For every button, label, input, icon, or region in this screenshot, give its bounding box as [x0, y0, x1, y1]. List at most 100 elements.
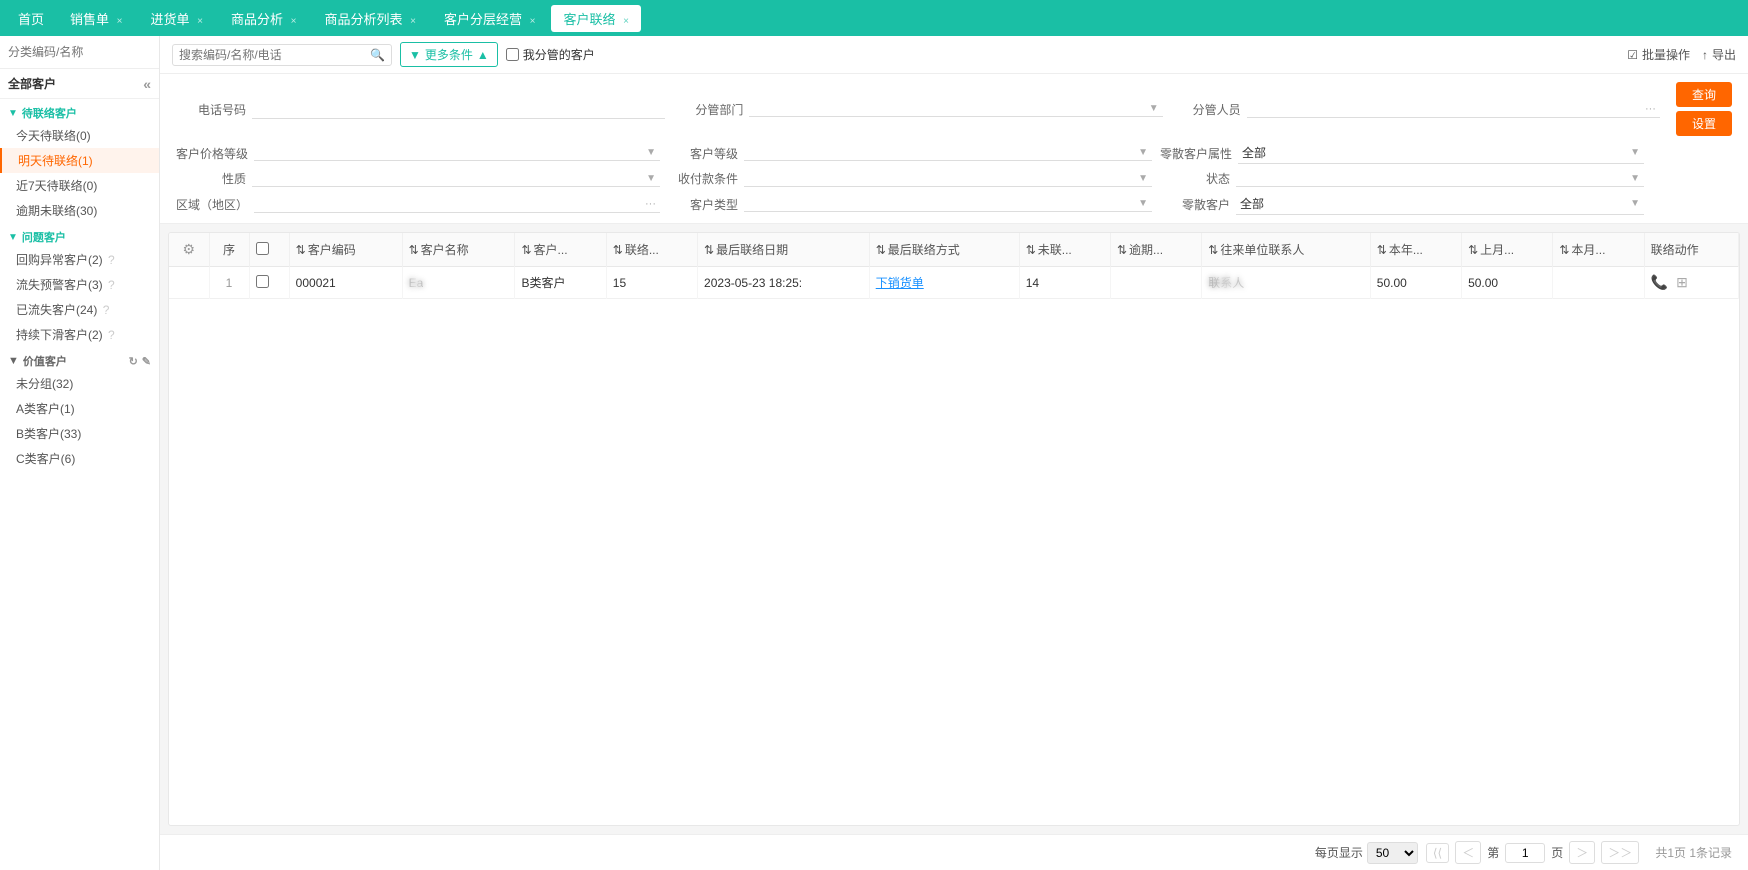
- filter-retail-attr-label: 零散客户属性: [1160, 145, 1232, 162]
- main-search-icon[interactable]: 🔍: [370, 48, 385, 62]
- col-header-contact-count[interactable]: ⇅联络...: [606, 233, 697, 267]
- col-header-code[interactable]: ⇅客户编码: [289, 233, 402, 267]
- declining-help-icon[interactable]: ?: [108, 328, 115, 342]
- col-header-contacts-person[interactable]: ⇅往来单位联系人: [1202, 233, 1371, 267]
- first-page-button[interactable]: ⟨⟨: [1426, 843, 1449, 863]
- filter-status-label: 状态: [1160, 170, 1230, 187]
- filter-retail-customer-select[interactable]: 全部 ▼: [1236, 193, 1644, 215]
- col-header-no-contact[interactable]: ⇅未联...: [1019, 233, 1110, 267]
- nav-tab-customer-contact[interactable]: 客户联络 ×: [551, 5, 640, 32]
- main-layout: 🔍 全部客户 « ▼ 待联络客户 今天待联络(0) 明天待联络(1) 近7天待联…: [0, 36, 1748, 870]
- close-sales-tab-icon[interactable]: ×: [117, 16, 123, 27]
- filter-phone-input[interactable]: [252, 100, 665, 119]
- action-phone-icon[interactable]: 📞: [1651, 274, 1668, 291]
- page-size-selector[interactable]: 每页显示 50 100 200: [1315, 842, 1418, 864]
- nav-tab-purchase[interactable]: 进货单 ×: [139, 5, 215, 32]
- batch-operation-button[interactable]: ☑ 批量操作: [1627, 46, 1690, 63]
- close-segmentation-tab-icon[interactable]: ×: [530, 16, 536, 27]
- col-header-last-month[interactable]: ⇅上月...: [1462, 233, 1553, 267]
- main-search-box[interactable]: 🔍: [172, 44, 392, 66]
- nav-tab-product-list[interactable]: 商品分析列表 ×: [312, 5, 427, 32]
- row-overdue: [1110, 267, 1201, 299]
- col-header-this-year[interactable]: ⇅本年...: [1370, 233, 1461, 267]
- close-product-list-tab-icon[interactable]: ×: [410, 16, 416, 27]
- col-header-settings[interactable]: ⚙: [169, 233, 209, 267]
- table-row: 1 000021 Ea B类客户 15 2023-05-23 18:25: 下销…: [169, 267, 1739, 299]
- page-size-select[interactable]: 50 100 200: [1367, 842, 1418, 864]
- my-customers-checkbox-label[interactable]: 我分管的客户: [506, 46, 595, 63]
- filter-customer-level-select[interactable]: ▼: [744, 145, 1152, 161]
- sidebar-item-declining[interactable]: 持续下滑客户(2) ?: [0, 322, 159, 347]
- col-header-checkbox[interactable]: [249, 233, 289, 267]
- current-page-input[interactable]: [1505, 843, 1545, 863]
- nav-tab-product-analysis[interactable]: 商品分析 ×: [219, 5, 308, 32]
- sidebar-item-overdue-contact[interactable]: 逾期未联络(30): [0, 198, 159, 223]
- filter-payment-label: 收付款条件: [668, 170, 738, 187]
- col-header-action: 联络动作: [1644, 233, 1738, 267]
- select-all-checkbox[interactable]: [256, 242, 269, 255]
- col-header-last-contact-method[interactable]: ⇅最后联络方式: [869, 233, 1019, 267]
- customer-table: ⚙ 序 ⇅客户编码 ⇅客户名称 ⇅客户... ⇅联络... ⇅最后联络日期 ⇅最…: [169, 233, 1739, 299]
- table-settings-icon[interactable]: ⚙: [182, 241, 195, 257]
- settings-button[interactable]: 设置: [1676, 111, 1732, 136]
- row-select-checkbox[interactable]: [256, 275, 269, 288]
- sidebar-item-ungrouped[interactable]: 未分组(32): [0, 371, 159, 396]
- filter-dept-select[interactable]: ▼: [749, 101, 1162, 117]
- filter-gender-select[interactable]: ▼: [252, 171, 660, 187]
- sidebar-collapse-icon[interactable]: «: [143, 76, 151, 92]
- filter-customer-type: 客户类型 ▼: [668, 196, 1152, 213]
- sidebar-item-a-class[interactable]: A类客户(1): [0, 396, 159, 421]
- sidebar-item-today-contact[interactable]: 今天待联络(0): [0, 123, 159, 148]
- filter-region-select[interactable]: ···: [254, 196, 660, 213]
- nav-tab-sales[interactable]: 销售单 ×: [58, 5, 134, 32]
- export-button[interactable]: ↑ 导出: [1702, 46, 1736, 63]
- nav-home[interactable]: 首页: [8, 5, 54, 32]
- sidebar-search-box[interactable]: 🔍: [0, 36, 159, 69]
- filter-price-level-select[interactable]: ▼: [254, 145, 660, 161]
- action-grid-icon[interactable]: ⊞: [1676, 274, 1688, 291]
- filter-manager-select[interactable]: ···: [1247, 101, 1660, 118]
- row-last-contact-method[interactable]: 下销货单: [869, 267, 1019, 299]
- sidebar-item-7day-contact[interactable]: 近7天待联络(0): [0, 173, 159, 198]
- last-page-button[interactable]: ＞＞: [1601, 841, 1639, 864]
- main-search-input[interactable]: [179, 48, 366, 62]
- more-filters-button[interactable]: ▼ 更多条件 ▲: [400, 42, 498, 67]
- col-header-last-contact-date[interactable]: ⇅最后联络日期: [698, 233, 870, 267]
- col-header-this-month[interactable]: ⇅本月...: [1553, 233, 1644, 267]
- sidebar-item-tomorrow-contact[interactable]: 明天待联络(1): [0, 148, 159, 173]
- last-contact-method-link[interactable]: 下销货单: [876, 276, 924, 290]
- close-contact-tab-icon[interactable]: ×: [623, 16, 629, 27]
- churned-help-icon[interactable]: ?: [103, 303, 110, 317]
- close-purchase-tab-icon[interactable]: ×: [197, 16, 203, 27]
- repurchase-help-icon[interactable]: ?: [108, 253, 115, 267]
- sidebar-item-repurchase-abnormal[interactable]: 回购异常客户(2) ?: [0, 247, 159, 272]
- sidebar-item-b-class[interactable]: B类客户(33): [0, 421, 159, 446]
- filter-payment-select[interactable]: ▼: [744, 171, 1152, 187]
- value-group-refresh-icon[interactable]: ↻: [129, 355, 138, 368]
- sidebar-item-churn-warning[interactable]: 流失预警客户(3) ?: [0, 272, 159, 297]
- sort-icon-contacts: ⇅: [1208, 243, 1218, 257]
- filter-customer-type-select[interactable]: ▼: [744, 196, 1152, 212]
- next-page-button[interactable]: ＞: [1569, 841, 1595, 864]
- filter-status: 状态 ▼: [1160, 170, 1644, 187]
- sidebar-item-churned[interactable]: 已流失客户(24) ?: [0, 297, 159, 322]
- sidebar-search-input[interactable]: [8, 45, 160, 59]
- nav-tab-customer-segmentation[interactable]: 客户分层经营 ×: [432, 5, 547, 32]
- prev-page-button[interactable]: ＜: [1455, 841, 1481, 864]
- col-header-overdue[interactable]: ⇅逾期...: [1110, 233, 1201, 267]
- toolbar-right: ☑ 批量操作 ↑ 导出: [1627, 46, 1736, 63]
- value-group-edit-icon[interactable]: ✎: [142, 355, 151, 368]
- close-product-analysis-tab-icon[interactable]: ×: [291, 16, 297, 27]
- churn-warning-help-icon[interactable]: ?: [108, 278, 115, 292]
- my-customers-checkbox[interactable]: [506, 48, 519, 61]
- row-type: B类客户: [515, 267, 606, 299]
- col-header-name[interactable]: ⇅客户名称: [402, 233, 515, 267]
- filter-retail-attr-select[interactable]: 全部 ▼: [1238, 142, 1644, 164]
- row-checkbox[interactable]: [249, 267, 289, 299]
- sidebar-item-c-class[interactable]: C类客户(6): [0, 446, 159, 471]
- col-header-type[interactable]: ⇅客户...: [515, 233, 606, 267]
- sidebar-all-customers[interactable]: 全部客户 «: [0, 69, 159, 99]
- query-button[interactable]: 查询: [1676, 82, 1732, 107]
- filter-status-select[interactable]: ▼: [1236, 171, 1644, 187]
- col-header-seq: 序: [209, 233, 249, 267]
